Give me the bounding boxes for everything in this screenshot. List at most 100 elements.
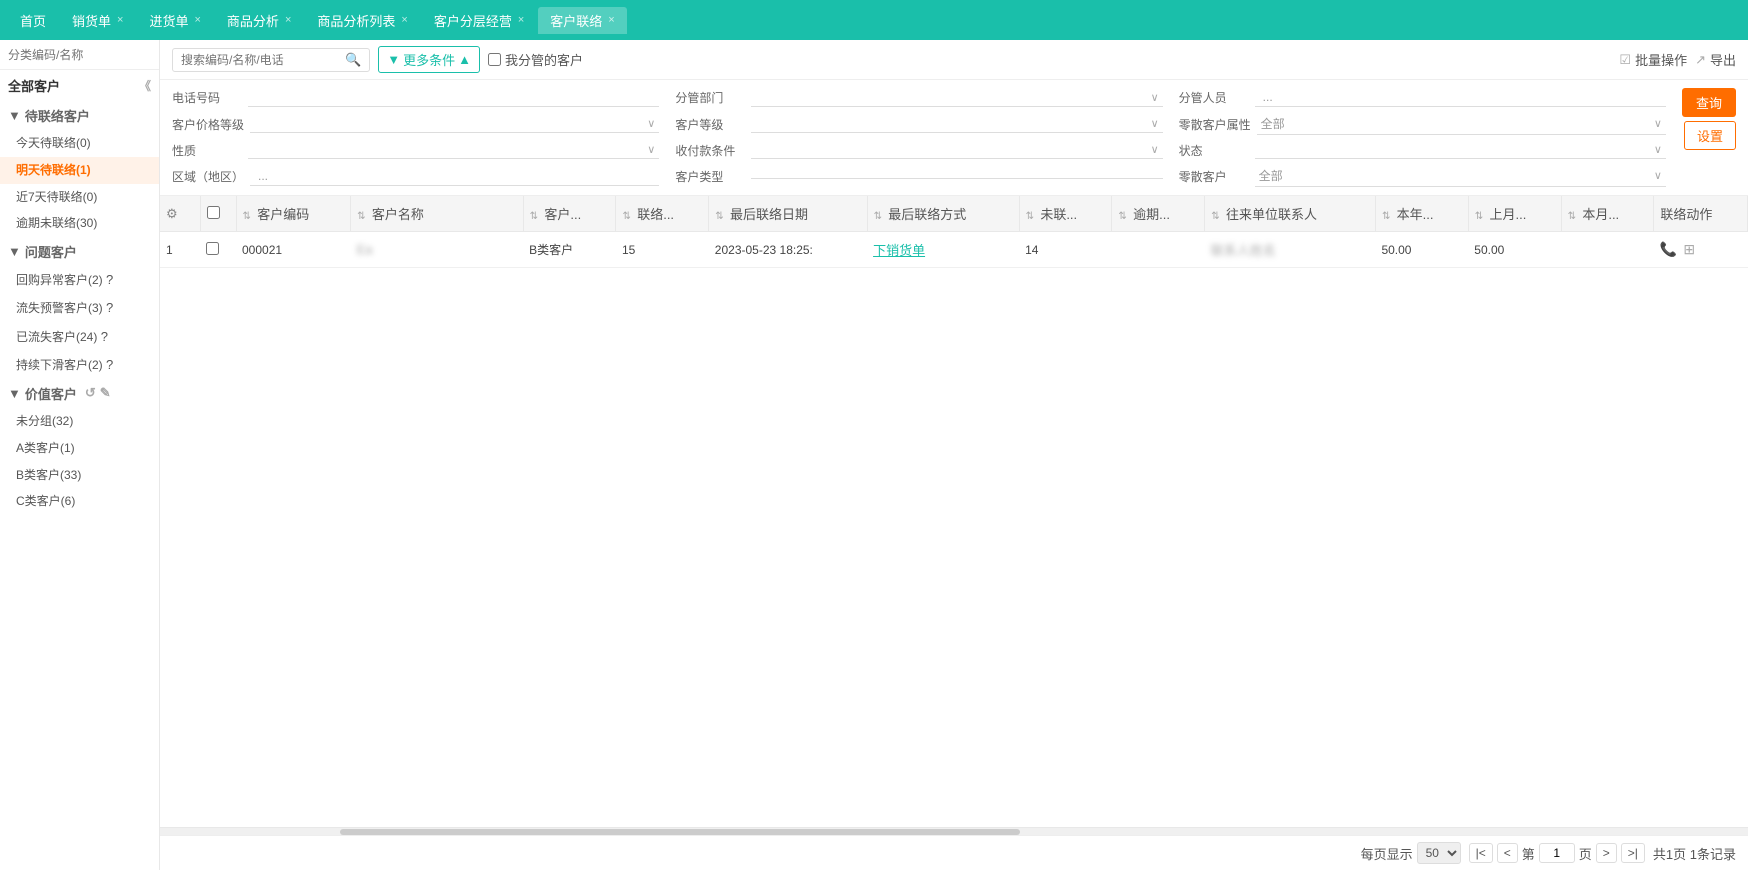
col-sort-uncontacted-icon[interactable]: ⇅ [1026, 211, 1034, 222]
row-last-month: 50.00 [1468, 232, 1561, 268]
action-phone-icon[interactable]: 📞 [1660, 241, 1677, 258]
filter-region-select[interactable]: ... [250, 167, 659, 186]
nav-customer-layered[interactable]: 客户分层经营 × [422, 7, 536, 34]
more-filter-btn[interactable]: ▼ 更多条件 ▲ [378, 46, 480, 73]
edit-icon[interactable]: ✎ [100, 385, 111, 401]
col-contact-person: ⇅ 往来单位联系人 [1205, 196, 1376, 232]
filter-price-level-select[interactable]: ∨ [250, 115, 659, 133]
nav-product-list-close[interactable]: × [401, 14, 407, 26]
query-button[interactable]: 查询 [1682, 88, 1736, 117]
sidebar-class-a[interactable]: A类客户(1) [0, 435, 159, 462]
filter-payment-select[interactable]: ∨ [751, 141, 1162, 159]
sidebar-repurchase-abnormal[interactable]: 回购异常客户(2) ? [0, 266, 159, 294]
last-page-btn[interactable]: >| [1621, 843, 1645, 863]
filter-nature: 性质 ∨ [172, 141, 659, 159]
export-btn[interactable]: ↗ 导出 [1695, 50, 1736, 69]
filter-customer-level-select[interactable]: ∨ [751, 115, 1162, 133]
col-sort-overdue-icon[interactable]: ⇅ [1118, 211, 1126, 222]
sidebar-class-c[interactable]: C类客户(6) [0, 488, 159, 515]
col-sort-name-icon[interactable]: ⇅ [357, 211, 365, 222]
sidebar-today-pending[interactable]: 今天待联络(0) [0, 130, 159, 157]
set-button[interactable]: 设置 [1684, 121, 1736, 150]
nav-product-analysis[interactable]: 商品分析 × [215, 7, 303, 34]
col-sort-contact-icon[interactable]: ⇅ [622, 211, 630, 222]
nav-purchase-close[interactable]: × [194, 14, 200, 26]
help-icon-3[interactable]: ? [101, 329, 108, 344]
my-customers-toggle[interactable]: 我分管的客户 [488, 50, 583, 69]
col-sort-icon[interactable]: ⇅ [243, 211, 251, 222]
col-sort-date-icon[interactable]: ⇅ [715, 211, 723, 222]
col-sort-cmonth-icon[interactable]: ⇅ [1568, 211, 1576, 222]
filter-retail-customer-label: 零散客户 [1179, 168, 1249, 185]
sidebar-tomorrow-pending[interactable]: 明天待联络(1) [0, 157, 159, 184]
filter-retail-customer-select[interactable]: 全部 ∨ [1255, 165, 1666, 187]
scrollbar-thumb[interactable] [340, 829, 1020, 835]
sidebar-group-value[interactable]: ▼ 价值客户 ↺ ✎ [0, 379, 159, 408]
filter-person-dots[interactable]: ... [1263, 90, 1273, 104]
filter-status-select[interactable]: ∨ [1255, 141, 1666, 159]
nav-sales-order-close[interactable]: × [117, 14, 123, 26]
filter-nature-select[interactable]: ∨ [248, 141, 659, 159]
col-sort-method-icon[interactable]: ⇅ [874, 211, 882, 222]
row-checkbox[interactable] [206, 242, 219, 255]
main-search-input[interactable] [181, 53, 341, 67]
nav-home[interactable]: 首页 [8, 7, 58, 34]
first-page-btn[interactable]: |< [1469, 843, 1493, 863]
sidebar-search-input[interactable] [8, 48, 160, 62]
sidebar-churned[interactable]: 已流失客户(24) ? [0, 323, 159, 351]
sidebar-all-customers[interactable]: 全部客户 《 [0, 70, 159, 101]
nav-sales-order[interactable]: 销货单 × [60, 7, 135, 34]
nav-product-analysis-list[interactable]: 商品分析列表 × [305, 7, 419, 34]
horizontal-scrollbar[interactable] [160, 827, 1748, 835]
col-settings[interactable]: ⚙ [160, 196, 200, 232]
col-sort-person-icon[interactable]: ⇅ [1211, 211, 1219, 222]
filter-person-select[interactable]: ... [1255, 88, 1666, 107]
next-page-btn[interactable]: > [1596, 843, 1617, 863]
select-all-checkbox[interactable] [207, 206, 220, 219]
row-checkbox-cell[interactable] [200, 232, 236, 268]
main-search-icon[interactable]: 🔍 [345, 52, 361, 68]
sidebar-7day-pending[interactable]: 近7天待联络(0) [0, 184, 159, 211]
sidebar-group-pending[interactable]: ▼ 待联络客户 [0, 101, 159, 130]
filter-price-level-label: 客户价格等级 [172, 116, 244, 133]
prev-page-btn[interactable]: < [1497, 843, 1518, 863]
filter-dept: 分管部门 ∨ [675, 89, 1162, 107]
per-page-select[interactable]: 50 [1417, 842, 1461, 864]
nav-purchase-order[interactable]: 进货单 × [137, 7, 212, 34]
filter-customer-type-select[interactable] [751, 174, 1162, 179]
filter-phone-input[interactable] [248, 88, 659, 107]
filter-dept-chevron: ∨ [1151, 91, 1159, 104]
col-sort-year-icon[interactable]: ⇅ [1382, 211, 1390, 222]
help-icon-1[interactable]: ? [106, 272, 113, 287]
nav-customer-contact[interactable]: 客户联络 × [538, 7, 626, 34]
sidebar-ungrouped[interactable]: 未分组(32) [0, 408, 159, 435]
help-icon-2[interactable]: ? [106, 300, 113, 315]
export-icon: ↗ [1695, 52, 1706, 68]
col-checkbox[interactable] [200, 196, 236, 232]
settings-icon[interactable]: ⚙ [166, 206, 178, 221]
page-number-input[interactable] [1539, 843, 1575, 863]
nav-product-analysis-close[interactable]: × [285, 14, 291, 26]
batch-op-btn[interactable]: ☑ 批量操作 [1619, 50, 1687, 69]
col-sort-type-icon[interactable]: ⇅ [530, 211, 538, 222]
action-grid-icon[interactable]: ⊞ [1683, 241, 1695, 258]
export-label: 导出 [1710, 50, 1736, 69]
row-name[interactable]: Ea [351, 232, 524, 268]
filter-retail-attr-select[interactable]: 全部 ∨ [1257, 113, 1666, 135]
col-sort-lmonth-icon[interactable]: ⇅ [1475, 211, 1483, 222]
filter-dept-select[interactable]: ∨ [751, 89, 1162, 107]
sidebar-overdue-uncontacted[interactable]: 逾期未联络(30) [0, 210, 159, 237]
nav-customer-layered-close[interactable]: × [518, 14, 524, 26]
row-last-method[interactable]: 下销货单 [867, 232, 1019, 268]
help-icon-4[interactable]: ? [106, 357, 113, 372]
row-overdue [1112, 232, 1205, 268]
sidebar-group-problem[interactable]: ▼ 问题客户 [0, 237, 159, 266]
sidebar-churn-warning[interactable]: 流失预警客户(3) ? [0, 294, 159, 322]
refresh-icon[interactable]: ↺ [85, 385, 96, 401]
my-customers-checkbox[interactable] [488, 53, 501, 66]
sidebar-declining[interactable]: 持续下滑客户(2) ? [0, 351, 159, 379]
nav-customer-contact-close[interactable]: × [608, 14, 614, 26]
sidebar-collapse-icon[interactable]: 《 [139, 77, 151, 94]
filter-region-dots[interactable]: ... [258, 169, 268, 183]
sidebar-class-b[interactable]: B类客户(33) [0, 462, 159, 489]
